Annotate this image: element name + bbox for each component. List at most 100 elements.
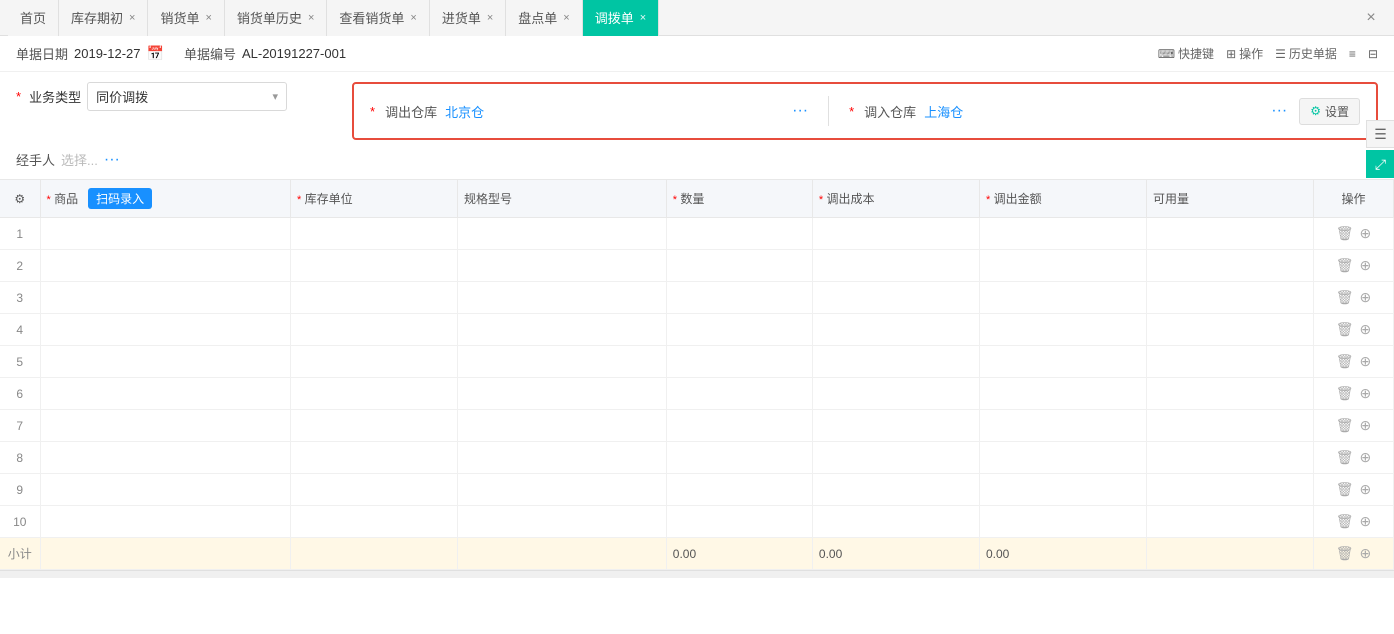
row-cost[interactable] — [812, 378, 979, 410]
tab-transfer[interactable]: 调拨单 × — [583, 0, 659, 36]
operations-button[interactable]: ⊞ 操作 — [1226, 45, 1263, 62]
row-product[interactable] — [40, 218, 291, 250]
row-amount[interactable] — [979, 250, 1146, 282]
tab-inventory-init[interactable]: 库存期初 × — [59, 0, 148, 36]
row-amount[interactable] — [979, 346, 1146, 378]
row-product[interactable] — [40, 538, 291, 570]
row-unit[interactable] — [291, 474, 458, 506]
tab-purchase[interactable]: 进货单 × — [430, 0, 506, 36]
row-cost[interactable] — [812, 282, 979, 314]
delete-icon[interactable]: 🗑 — [1336, 513, 1354, 530]
tab-inventory-close[interactable]: × — [563, 12, 569, 24]
tab-sales-order-close[interactable]: × — [205, 12, 211, 24]
out-warehouse-value[interactable]: 北京仓 — [445, 102, 484, 121]
view-toggle-button[interactable]: ≡ — [1349, 47, 1356, 61]
close-all-button[interactable]: × — [1356, 0, 1386, 36]
tab-transfer-close[interactable]: × — [640, 12, 646, 24]
row-cost[interactable] — [812, 346, 979, 378]
handler-more-icon[interactable]: ··· — [104, 151, 120, 169]
tab-view-sales-close[interactable]: × — [410, 12, 416, 24]
row-cost[interactable] — [812, 250, 979, 282]
warehouse-settings-button[interactable]: ⚙ 设置 — [1299, 98, 1360, 125]
tab-view-sales[interactable]: 查看销货单 × — [327, 0, 429, 36]
copy-icon[interactable]: ⊕ — [1360, 449, 1372, 466]
row-amount[interactable] — [979, 378, 1146, 410]
row-unit[interactable] — [291, 538, 458, 570]
copy-icon[interactable]: ⊕ — [1360, 289, 1372, 306]
tab-purchase-close[interactable]: × — [487, 12, 493, 24]
row-unit[interactable] — [291, 314, 458, 346]
toolbar-list-button[interactable]: ☰ — [1366, 120, 1394, 148]
row-qty[interactable] — [666, 378, 812, 410]
row-amount[interactable] — [979, 442, 1146, 474]
copy-icon[interactable]: ⊕ — [1360, 417, 1372, 434]
row-unit[interactable] — [291, 218, 458, 250]
business-type-select[interactable]: 同价调拨 ▾ — [87, 82, 287, 111]
row-cost[interactable]: 0.00 — [812, 538, 979, 570]
row-product[interactable] — [40, 474, 291, 506]
tab-sales-history-close[interactable]: × — [308, 12, 314, 24]
row-qty[interactable] — [666, 474, 812, 506]
row-qty[interactable] — [666, 250, 812, 282]
copy-icon[interactable]: ⊕ — [1360, 321, 1372, 338]
delete-icon[interactable]: 🗑 — [1336, 417, 1354, 434]
delete-icon[interactable]: 🗑 — [1336, 449, 1354, 466]
row-qty[interactable]: 0.00 — [666, 538, 812, 570]
row-spec[interactable] — [458, 506, 667, 538]
row-spec[interactable] — [458, 410, 667, 442]
row-avail[interactable] — [1146, 218, 1313, 250]
copy-icon[interactable]: ⊕ — [1360, 225, 1372, 242]
row-product[interactable] — [40, 378, 291, 410]
row-qty[interactable] — [666, 442, 812, 474]
row-product[interactable] — [40, 506, 291, 538]
row-amount[interactable]: 0.00 — [979, 538, 1146, 570]
row-amount[interactable] — [979, 410, 1146, 442]
scan-button[interactable]: 扫码录入 — [88, 188, 152, 209]
tab-sales-history[interactable]: 销货单历史 × — [225, 0, 327, 36]
row-avail[interactable] — [1146, 378, 1313, 410]
delete-icon[interactable]: 🗑 — [1336, 481, 1354, 498]
row-unit[interactable] — [291, 282, 458, 314]
tab-home[interactable]: 首页 — [8, 0, 59, 36]
row-amount[interactable] — [979, 218, 1146, 250]
row-cost[interactable] — [812, 218, 979, 250]
row-amount[interactable] — [979, 474, 1146, 506]
table-toggle-button[interactable]: ⊟ — [1368, 47, 1378, 61]
row-product[interactable] — [40, 410, 291, 442]
toolbar-expand-button[interactable]: ⤢ — [1366, 150, 1394, 178]
copy-icon[interactable]: ⊕ — [1360, 353, 1372, 370]
row-spec[interactable] — [458, 346, 667, 378]
tab-sales-order[interactable]: 销货单 × — [148, 0, 224, 36]
out-warehouse-more-icon[interactable]: ··· — [792, 102, 808, 120]
row-amount[interactable] — [979, 282, 1146, 314]
row-spec[interactable] — [458, 314, 667, 346]
gear-header-icon[interactable]: ⚙ — [14, 192, 25, 206]
row-unit[interactable] — [291, 506, 458, 538]
row-cost[interactable] — [812, 474, 979, 506]
row-product[interactable] — [40, 314, 291, 346]
horizontal-scrollbar[interactable] — [0, 570, 1394, 578]
delete-icon[interactable]: 🗑 — [1336, 257, 1354, 274]
tab-inventory[interactable]: 盘点单 × — [506, 0, 582, 36]
row-cost[interactable] — [812, 410, 979, 442]
row-avail[interactable] — [1146, 250, 1313, 282]
row-amount[interactable] — [979, 314, 1146, 346]
row-qty[interactable] — [666, 282, 812, 314]
calendar-icon[interactable]: 📅 — [147, 45, 164, 62]
row-qty[interactable] — [666, 314, 812, 346]
row-product[interactable] — [40, 282, 291, 314]
row-unit[interactable] — [291, 442, 458, 474]
row-avail[interactable] — [1146, 538, 1313, 570]
copy-icon[interactable]: ⊕ — [1360, 481, 1372, 498]
row-avail[interactable] — [1146, 314, 1313, 346]
row-avail[interactable] — [1146, 410, 1313, 442]
handler-select[interactable]: 选择... — [61, 150, 98, 169]
row-product[interactable] — [40, 346, 291, 378]
delete-icon[interactable]: 🗑 — [1336, 321, 1354, 338]
row-qty[interactable] — [666, 410, 812, 442]
row-avail[interactable] — [1146, 506, 1313, 538]
row-spec[interactable] — [458, 218, 667, 250]
row-avail[interactable] — [1146, 442, 1313, 474]
row-unit[interactable] — [291, 410, 458, 442]
copy-icon[interactable]: ⊕ — [1360, 513, 1372, 530]
